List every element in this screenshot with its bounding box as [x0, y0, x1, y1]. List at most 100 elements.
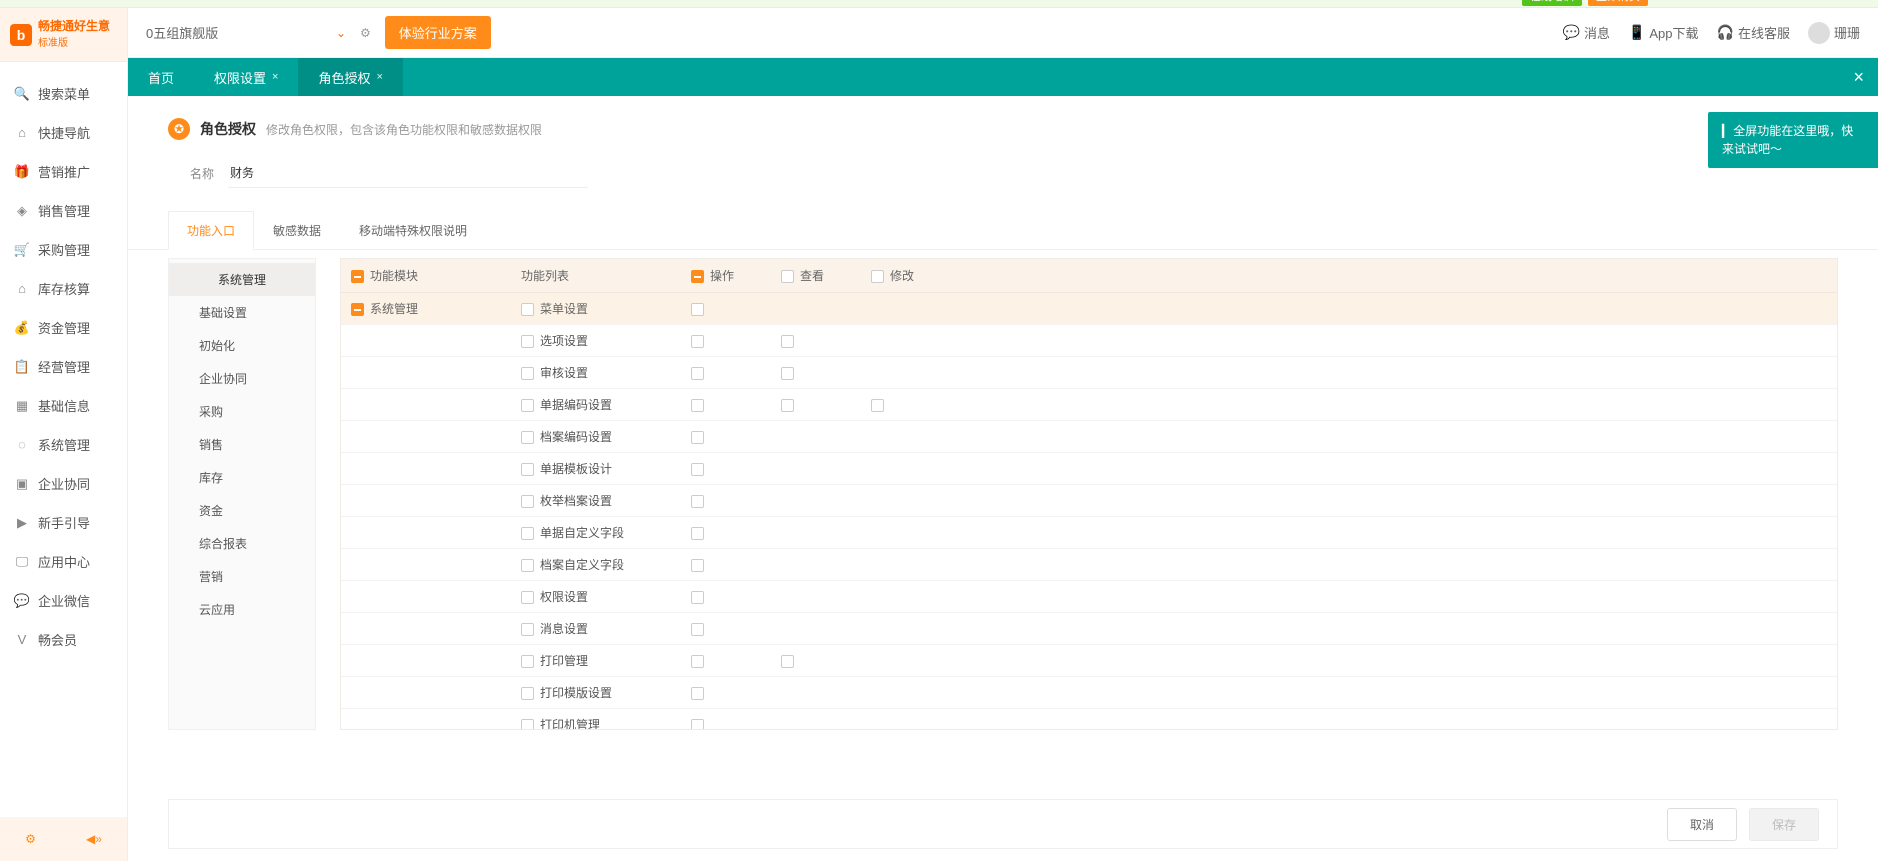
row-checkbox[interactable] [691, 687, 704, 700]
train-button[interactable]: 在线培训 [1522, 0, 1582, 6]
user-menu[interactable]: 珊珊 [1808, 22, 1860, 44]
sidebar-item-inventory[interactable]: ⌂库存核算 [0, 269, 127, 308]
row-checkbox[interactable] [691, 527, 704, 540]
row-checkbox[interactable] [521, 655, 534, 668]
cs-link[interactable]: 🎧在线客服 [1717, 23, 1790, 42]
sidebar-item-label: 企业微信 [38, 591, 90, 610]
row-checkbox[interactable] [691, 463, 704, 476]
row-checkbox[interactable] [521, 559, 534, 572]
row-checkbox[interactable] [691, 335, 704, 348]
row-checkbox[interactable] [521, 303, 534, 316]
row-checkbox[interactable] [521, 367, 534, 380]
edit-checkbox[interactable] [871, 270, 884, 283]
tab-角色授权[interactable]: 角色授权× [298, 58, 402, 96]
row-checkbox[interactable] [521, 431, 534, 444]
save-button[interactable]: 保存 [1749, 808, 1819, 841]
tab-首页[interactable]: 首页 [128, 58, 194, 96]
row-checkbox[interactable] [521, 495, 534, 508]
member-icon: V [14, 632, 30, 648]
category-item[interactable]: 云应用 [169, 593, 315, 626]
sidebar-item-apps[interactable]: 🖵应用中心 [0, 542, 127, 581]
category-item[interactable]: 基础设置 [169, 296, 315, 329]
avatar [1808, 22, 1830, 44]
guide-icon: ▶ [14, 515, 30, 531]
tab-权限设置[interactable]: 权限设置× [194, 58, 298, 96]
collapse-icon[interactable]: ◀» [86, 832, 102, 846]
row-checkbox[interactable] [691, 399, 704, 412]
fullscreen-tip[interactable]: 全屏功能在这里哦，快来试试吧～ [1708, 112, 1878, 168]
category-item[interactable]: 系统管理 [169, 263, 315, 296]
msg-link[interactable]: 💬消息 [1563, 23, 1610, 42]
sidebar-item-basic-info[interactable]: ▦基础信息 [0, 386, 127, 425]
sidebar-item-member[interactable]: V畅会员 [0, 620, 127, 659]
tabstrip-close-icon[interactable]: × [1839, 58, 1878, 96]
category-item[interactable]: 综合报表 [169, 527, 315, 560]
inner-tab[interactable]: 功能入口 [168, 211, 254, 250]
industry-button[interactable]: 体验行业方案 [385, 16, 491, 49]
row-checkbox[interactable] [691, 431, 704, 444]
category-item[interactable]: 营销 [169, 560, 315, 593]
header-gear-icon[interactable]: ⚙ [360, 26, 371, 40]
row-checkbox[interactable] [691, 623, 704, 636]
row-checkbox[interactable] [521, 463, 534, 476]
row-checkbox[interactable] [691, 719, 704, 730]
table-row: 单据自定义字段 [341, 517, 1837, 549]
module-checkbox[interactable] [351, 270, 364, 283]
permission-table[interactable]: 功能模块 功能列表 操作 查看 修改 系统管理菜单设置选项设置审核设置单据编码设… [340, 258, 1838, 730]
row-checkbox[interactable] [781, 367, 794, 380]
category-item[interactable]: 采购 [169, 395, 315, 428]
row-checkbox[interactable] [781, 655, 794, 668]
sidebar-item-funds[interactable]: 💰资金管理 [0, 308, 127, 347]
page-desc: 修改角色权限，包含该角色功能权限和敏感数据权限 [266, 121, 542, 138]
logo-edition: 标准版 [38, 34, 110, 49]
chevron-down-icon: ⌄ [336, 26, 346, 40]
row-checkbox[interactable] [781, 399, 794, 412]
inner-tab[interactable]: 敏感数据 [254, 211, 340, 250]
sidebar-item-label: 应用中心 [38, 552, 90, 571]
buy-button[interactable]: 立即购买 [1588, 0, 1648, 6]
sidebar-item-sales[interactable]: ◈销售管理 [0, 191, 127, 230]
row-checkbox[interactable] [521, 591, 534, 604]
sidebar-item-search-menu[interactable]: 🔍搜索菜单 [0, 74, 127, 113]
sidebar-item-system[interactable]: ◌系统管理 [0, 425, 127, 464]
category-item[interactable]: 库存 [169, 461, 315, 494]
sidebar-item-label: 经营管理 [38, 357, 90, 376]
app-download-link[interactable]: 📱App下载 [1628, 23, 1699, 42]
sidebar-item-guide[interactable]: ▶新手引导 [0, 503, 127, 542]
close-icon[interactable]: × [376, 71, 382, 83]
category-item[interactable]: 销售 [169, 428, 315, 461]
close-icon[interactable]: × [272, 71, 278, 83]
category-item[interactable]: 初始化 [169, 329, 315, 362]
sidebar-item-purchase[interactable]: 🛒采购管理 [0, 230, 127, 269]
row-checkbox[interactable] [521, 719, 534, 730]
row-checkbox[interactable] [691, 367, 704, 380]
row-checkbox[interactable] [691, 303, 704, 316]
row-checkbox[interactable] [691, 655, 704, 668]
cancel-button[interactable]: 取消 [1667, 808, 1737, 841]
sidebar-item-enterprise[interactable]: ▣企业协同 [0, 464, 127, 503]
view-checkbox[interactable] [781, 270, 794, 283]
row-checkbox[interactable] [521, 687, 534, 700]
name-field[interactable]: 财务 [228, 158, 588, 188]
row-checkbox[interactable] [521, 623, 534, 636]
row-checkbox[interactable] [781, 335, 794, 348]
inner-tab[interactable]: 移动端特殊权限说明 [340, 211, 486, 250]
row-checkbox[interactable] [691, 495, 704, 508]
row-checkbox[interactable] [691, 559, 704, 572]
sidebar-item-marketing[interactable]: 🎁营销推广 [0, 152, 127, 191]
sidebar-item-ops[interactable]: 📋经营管理 [0, 347, 127, 386]
row-checkbox[interactable] [351, 303, 364, 316]
row-checkbox[interactable] [691, 591, 704, 604]
row-checkbox[interactable] [521, 527, 534, 540]
sidebar-item-quick-nav[interactable]: ⌂快捷导航 [0, 113, 127, 152]
row-checkbox[interactable] [871, 399, 884, 412]
sales-icon: ◈ [14, 203, 30, 219]
settings-icon[interactable]: ⚙ [25, 832, 36, 846]
row-checkbox[interactable] [521, 335, 534, 348]
category-item[interactable]: 企业协同 [169, 362, 315, 395]
row-checkbox[interactable] [521, 399, 534, 412]
category-item[interactable]: 资金 [169, 494, 315, 527]
op-checkbox[interactable] [691, 270, 704, 283]
org-select[interactable]: 0五组旗舰版⌄ [146, 18, 346, 48]
sidebar-item-wechat[interactable]: 💬企业微信 [0, 581, 127, 620]
